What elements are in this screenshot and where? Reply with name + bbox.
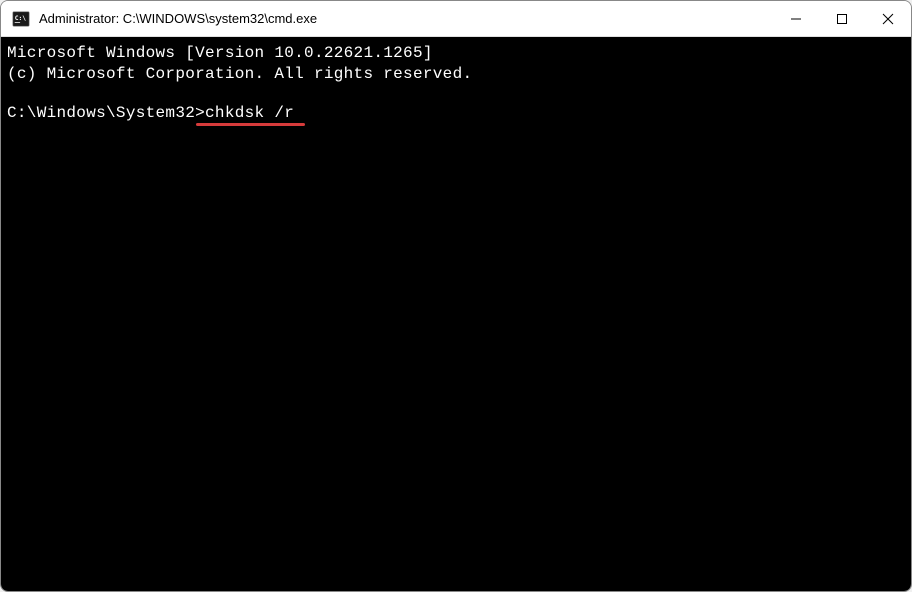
window-title: Administrator: C:\WINDOWS\system32\cmd.e…: [39, 11, 773, 26]
maximize-button[interactable]: [819, 1, 865, 36]
window-controls: [773, 1, 911, 36]
terminal-command: chkdsk /r: [205, 104, 294, 122]
cmd-icon: C:\: [11, 9, 31, 29]
terminal-output-line: Microsoft Windows [Version 10.0.22621.12…: [7, 43, 905, 64]
terminal-area[interactable]: Microsoft Windows [Version 10.0.22621.12…: [1, 37, 911, 591]
titlebar[interactable]: C:\ Administrator: C:\WINDOWS\system32\c…: [1, 1, 911, 37]
minimize-button[interactable]: [773, 1, 819, 36]
terminal-output-line: (c) Microsoft Corporation. All rights re…: [7, 64, 905, 85]
terminal-prompt-line: C:\Windows\System32>chkdsk /r: [7, 103, 905, 165]
terminal-prompt: C:\Windows\System32>: [7, 104, 205, 122]
annotation-underline: [196, 123, 305, 126]
window-frame: C:\ Administrator: C:\WINDOWS\system32\c…: [0, 0, 912, 592]
svg-text:C:\: C:\: [15, 14, 27, 21]
close-button[interactable]: [865, 1, 911, 36]
